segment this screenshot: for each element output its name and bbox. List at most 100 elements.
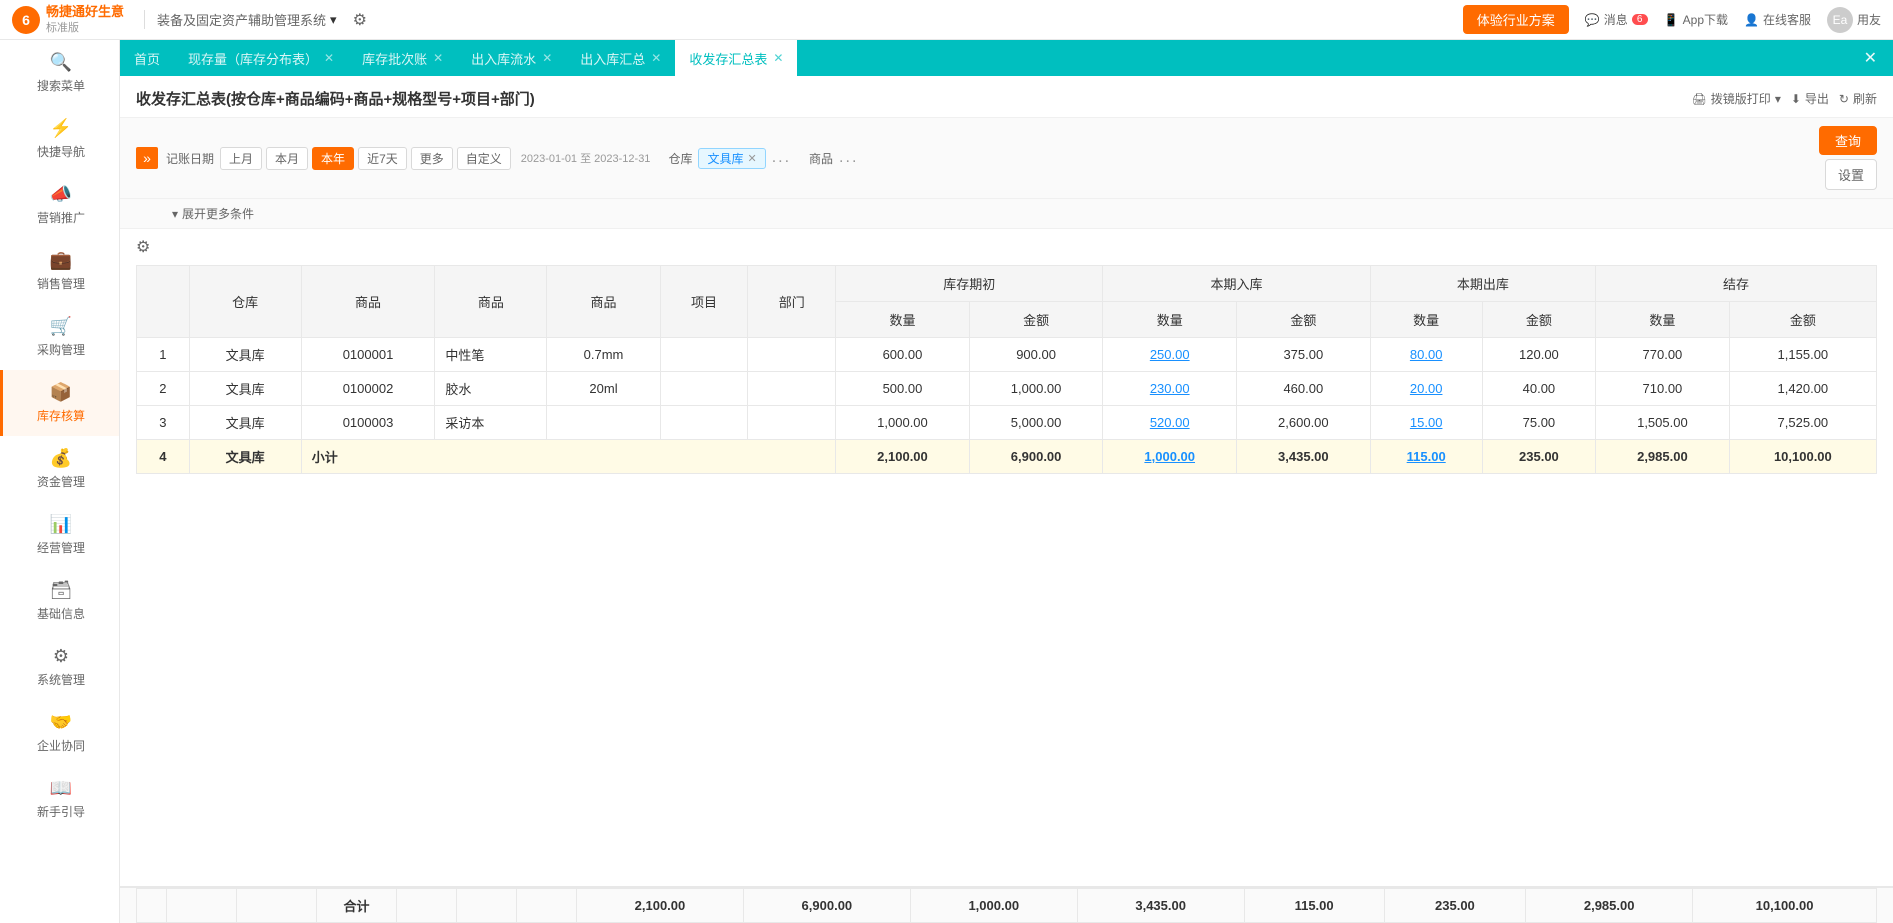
sidebar-item-sales[interactable]: 💼 销售管理 [0, 238, 119, 304]
in-qty-link[interactable]: 250.00 [1150, 347, 1190, 362]
date-btn-more[interactable]: 更多 [411, 147, 453, 170]
sidebar-item-quicknav[interactable]: ⚡ 快捷导航 [0, 106, 119, 172]
cell-balance-amt: 1,155.00 [1729, 338, 1876, 372]
user-action[interactable]: Ea 用友 [1827, 7, 1881, 33]
cell-in-qty[interactable]: 250.00 [1103, 338, 1237, 372]
date-range-text: 2023-01-01 至 2023-12-31 [521, 150, 651, 166]
cell-opening-qty: 600.00 [836, 338, 970, 372]
subtotal-in-qty[interactable]: 1,000.00 [1103, 440, 1237, 474]
sidebar-item-search[interactable]: 🔍 搜索菜单 [0, 40, 119, 106]
app-download-action[interactable]: 📱 App下载 [1664, 11, 1728, 28]
tab-close-icon[interactable]: ✕ [433, 51, 443, 65]
tab-receive-send[interactable]: 收发存汇总表 ✕ [675, 40, 797, 76]
sidebar-item-finance[interactable]: 💰 资金管理 [0, 436, 119, 502]
warehouse-filter-dots[interactable]: ... [772, 149, 791, 167]
close-all-tabs-icon[interactable]: ✕ [1856, 50, 1885, 67]
cell-in-qty[interactable]: 230.00 [1103, 372, 1237, 406]
sidebar-item-guide[interactable]: 📖 新手引导 [0, 766, 119, 832]
tab-label: 出入库汇总 [580, 49, 645, 68]
refresh-btn[interactable]: ↻ 刷新 [1839, 90, 1877, 107]
tab-inventory-dist[interactable]: 现存量（库存分布表） ✕ [174, 40, 348, 76]
cell-goods-name: 采访本 [435, 406, 547, 440]
query-btn[interactable]: 查询 [1819, 126, 1877, 155]
col-header-out: 本期出库 [1370, 266, 1595, 302]
settings-icon[interactable]: ⚙ [353, 10, 367, 30]
tab-inout-summary[interactable]: 出入库汇总 ✕ [566, 40, 675, 76]
finance-icon: 💰 [50, 448, 72, 469]
tab-batch[interactable]: 库存批次账 ✕ [348, 40, 457, 76]
col-header-department: 部门 [748, 266, 836, 338]
system-selector[interactable]: 装备及固定资产辅助管理系统 ▾ [132, 10, 337, 29]
table-row: 2 文具库 0100002 胶水 20ml 500.00 1,000.00 23… [137, 372, 1877, 406]
sidebar-item-collab[interactable]: 🤝 企业协同 [0, 700, 119, 766]
subtotal-warehouse: 文具库 [189, 440, 301, 474]
cell-in-qty[interactable]: 520.00 [1103, 406, 1237, 440]
online-service-action[interactable]: 👤 在线客服 [1744, 11, 1811, 28]
cell-opening-qty: 1,000.00 [836, 406, 970, 440]
tab-close-icon[interactable]: ✕ [773, 51, 783, 65]
expand-btn[interactable]: » [136, 147, 158, 169]
tab-inout-flow[interactable]: 出入库流水 ✕ [457, 40, 566, 76]
warehouse-tag[interactable]: 文具库 ✕ [698, 148, 765, 169]
cell-out-qty[interactable]: 20.00 [1370, 372, 1482, 406]
sidebar-item-label: 营销推广 [37, 209, 85, 226]
date-btn-last-month[interactable]: 上月 [220, 147, 262, 170]
collab-icon: 🤝 [50, 712, 72, 733]
in-qty-link[interactable]: 520.00 [1150, 415, 1190, 430]
sidebar-item-system[interactable]: ⚙ 系统管理 [0, 634, 119, 700]
phone-icon: 📱 [1664, 13, 1679, 27]
marketing-icon: 📣 [50, 184, 72, 205]
tab-close-icon[interactable]: ✕ [542, 51, 552, 65]
sidebar-item-label: 系统管理 [37, 671, 85, 688]
total-in-amt: 3,435.00 [1077, 889, 1244, 923]
out-qty-link[interactable]: 80.00 [1410, 347, 1443, 362]
sidebar-item-purchase[interactable]: 🛒 采购管理 [0, 304, 119, 370]
date-btn-custom[interactable]: 自定义 [457, 147, 511, 170]
print-btn[interactable]: 🖨 拨镜版打印 ▾ [1692, 90, 1781, 107]
cell-opening-amt: 1,000.00 [969, 372, 1103, 406]
col-header-in: 本期入库 [1103, 266, 1370, 302]
sidebar-item-basic[interactable]: 🗃 基础信息 [0, 568, 119, 634]
date-btn-this-year[interactable]: 本年 [312, 147, 354, 170]
tab-close-icon[interactable]: ✕ [651, 51, 661, 65]
tab-bar-end: ✕ [1856, 48, 1893, 68]
col-header-balance: 结存 [1596, 266, 1877, 302]
sidebar-item-management[interactable]: 📊 经营管理 [0, 502, 119, 568]
date-btn-7days[interactable]: 近7天 [358, 147, 407, 170]
in-qty-link[interactable]: 230.00 [1150, 381, 1190, 396]
expand-more-btn[interactable]: ▾ 展开更多条件 [172, 205, 254, 222]
out-qty-link[interactable]: 20.00 [1410, 381, 1443, 396]
table-toolbar: ⚙ [136, 229, 1877, 265]
total-opening-qty: 2,100.00 [577, 889, 744, 923]
goods-filter-dots[interactable]: ... [839, 149, 858, 167]
chevron-down-icon: ▾ [1775, 92, 1781, 106]
sidebar-item-marketing[interactable]: 📣 营销推广 [0, 172, 119, 238]
sidebar-item-label: 库存核算 [37, 407, 85, 424]
warehouse-tag-close-icon[interactable]: ✕ [747, 152, 756, 165]
col-header-warehouse: 仓库 [189, 266, 301, 338]
chevron-down-icon: ▾ [172, 207, 178, 221]
sidebar-item-label: 采购管理 [37, 341, 85, 358]
cell-out-qty[interactable]: 80.00 [1370, 338, 1482, 372]
try-btn[interactable]: 体验行业方案 [1463, 5, 1569, 34]
table-settings-icon[interactable]: ⚙ [136, 237, 150, 257]
cell-out-qty[interactable]: 15.00 [1370, 406, 1482, 440]
date-btn-this-month[interactable]: 本月 [266, 147, 308, 170]
message-action[interactable]: 💬 消息 6 [1585, 11, 1648, 28]
subtotal-in-qty-link[interactable]: 1,000.00 [1144, 449, 1195, 464]
tab-close-icon[interactable]: ✕ [324, 51, 334, 65]
export-btn[interactable]: ⬇ 导出 [1791, 90, 1829, 107]
main-layout: 🔍 搜索菜单 ⚡ 快捷导航 📣 营销推广 💼 销售管理 🛒 采购管理 📦 库存核… [0, 40, 1893, 923]
sidebar-item-inventory[interactable]: 📦 库存核算 [0, 370, 119, 436]
cell-index: 3 [137, 406, 190, 440]
out-qty-link[interactable]: 15.00 [1410, 415, 1443, 430]
tab-home[interactable]: 首页 [120, 40, 174, 76]
logo-sub: 标准版 [46, 21, 124, 35]
guide-icon: 📖 [50, 778, 72, 799]
subtotal-out-qty-link[interactable]: 115.00 [1407, 449, 1446, 464]
table-wrapper: ⚙ 仓库 商品 商品 商品 项目 部门 库存期初 本期入库 [120, 229, 1893, 886]
subtotal-out-qty[interactable]: 115.00 [1370, 440, 1482, 474]
set-btn[interactable]: 设置 [1825, 159, 1877, 190]
tab-label: 收发存汇总表 [689, 49, 767, 68]
sidebar-item-label: 资金管理 [37, 473, 85, 490]
